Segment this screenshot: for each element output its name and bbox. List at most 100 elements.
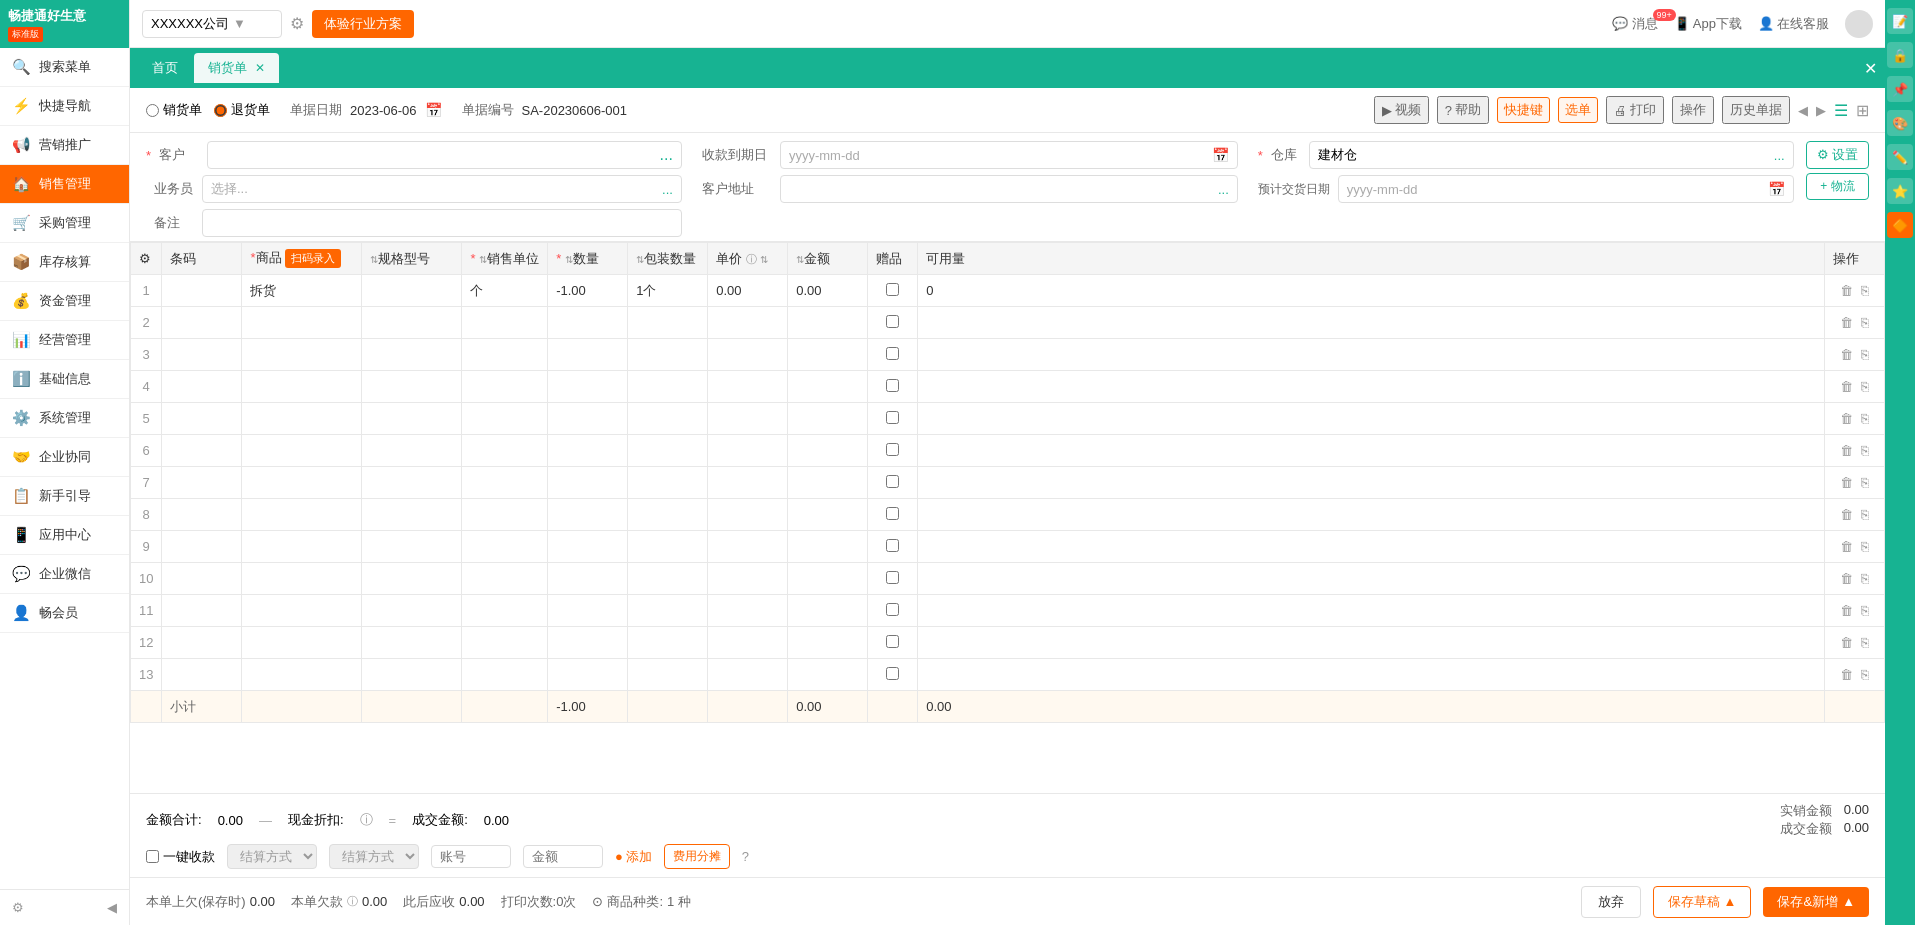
row-unit-price[interactable] (708, 659, 788, 691)
row-product[interactable] (242, 403, 362, 435)
right-panel-item-7[interactable]: 🔶 (1887, 212, 1913, 238)
remarks-input[interactable] (202, 209, 682, 237)
gift-checkbox[interactable] (886, 539, 899, 552)
row-product[interactable] (242, 339, 362, 371)
operate-button[interactable]: 操作 (1672, 96, 1714, 124)
copy-icon[interactable]: ⎘ (1861, 507, 1869, 522)
row-unit-price[interactable] (708, 307, 788, 339)
row-spec[interactable] (362, 275, 462, 307)
row-spec[interactable] (362, 499, 462, 531)
row-amount[interactable]: 0.00 (788, 275, 868, 307)
row-barcode[interactable] (162, 275, 242, 307)
setting-button[interactable]: ⚙ 设置 (1806, 141, 1869, 169)
copy-icon[interactable]: ⎘ (1861, 603, 1869, 618)
message-area[interactable]: 💬 消息 99+ (1612, 15, 1658, 33)
row-unit-price[interactable] (708, 403, 788, 435)
fee-split-button[interactable]: 费用分摊 (664, 844, 730, 869)
row-amount[interactable] (788, 403, 868, 435)
right-panel-item-5[interactable]: ✏️ (1887, 144, 1913, 170)
save-new-button[interactable]: 保存&新增 ▲ (1763, 887, 1869, 917)
discount-info-icon[interactable]: ⓘ (360, 811, 373, 829)
row-barcode[interactable] (162, 531, 242, 563)
row-unit[interactable] (462, 627, 548, 659)
row-gift[interactable] (868, 371, 918, 403)
row-amount[interactable] (788, 307, 868, 339)
row-unit[interactable] (462, 435, 548, 467)
row-amount[interactable] (788, 627, 868, 659)
settings-icon[interactable]: ⚙ (12, 900, 24, 915)
sidebar-item-search[interactable]: 🔍 搜索菜单 (0, 48, 129, 87)
gift-checkbox[interactable] (886, 571, 899, 584)
delete-icon[interactable]: 🗑 (1840, 315, 1853, 330)
payment-due-input[interactable]: yyyy-mm-dd 📅 (780, 141, 1238, 169)
row-product[interactable] (242, 499, 362, 531)
row-spec[interactable] (362, 531, 462, 563)
scan-input-button[interactable]: 扫码录入 (285, 249, 341, 268)
account-input[interactable] (431, 845, 511, 868)
add-button[interactable]: ● 添加 (615, 848, 652, 866)
row-pkg-qty[interactable] (628, 659, 708, 691)
payment-method-select[interactable]: 结算方式 (227, 844, 317, 869)
copy-icon[interactable]: ⎘ (1861, 475, 1869, 490)
row-barcode[interactable] (162, 627, 242, 659)
copy-icon[interactable]: ⎘ (1861, 283, 1869, 298)
tab-close-icon[interactable]: ✕ (255, 61, 265, 75)
nav-next-icon[interactable]: ▶ (1816, 103, 1826, 118)
row-product[interactable] (242, 435, 362, 467)
row-spec[interactable] (362, 339, 462, 371)
row-amount[interactable] (788, 531, 868, 563)
sale-radio-input[interactable] (146, 104, 159, 117)
delete-icon[interactable]: 🗑 (1840, 603, 1853, 618)
gift-checkbox[interactable] (886, 315, 899, 328)
row-spec[interactable] (362, 467, 462, 499)
row-spec[interactable] (362, 595, 462, 627)
settings-gear-icon[interactable]: ⚙ (290, 14, 304, 33)
warehouse-input[interactable]: 建材仓 ... (1309, 141, 1794, 169)
close-tab-icon[interactable]: ✕ (1864, 59, 1877, 78)
row-unit-price[interactable] (708, 595, 788, 627)
unit-price-info-icon[interactable]: ⓘ (746, 253, 757, 265)
sidebar-item-member[interactable]: 👤 畅会员 (0, 594, 129, 633)
user-avatar[interactable] (1845, 10, 1873, 38)
row-barcode[interactable] (162, 339, 242, 371)
row-amount[interactable] (788, 499, 868, 531)
payment-calendar-icon[interactable]: 📅 (1212, 147, 1229, 163)
right-panel-item-4[interactable]: 🎨 (1887, 110, 1913, 136)
row-quantity[interactable] (548, 531, 628, 563)
save-draft-button[interactable]: 保存草稿 ▲ (1653, 886, 1752, 918)
copy-icon[interactable]: ⎘ (1861, 315, 1869, 330)
customer-address-input[interactable]: ... (780, 175, 1238, 203)
row-unit-price[interactable] (708, 435, 788, 467)
row-product[interactable] (242, 371, 362, 403)
right-panel-item-2[interactable]: 🔒 (1887, 42, 1913, 68)
gift-checkbox[interactable] (886, 603, 899, 616)
gift-checkbox[interactable] (886, 635, 899, 648)
row-gift[interactable] (868, 307, 918, 339)
copy-icon[interactable]: ⎘ (1861, 571, 1869, 586)
row-spec[interactable] (362, 563, 462, 595)
copy-icon[interactable]: ⎘ (1861, 379, 1869, 394)
copy-icon[interactable]: ⎘ (1861, 539, 1869, 554)
fee-help-icon[interactable]: ? (742, 849, 749, 864)
row-pkg-qty[interactable] (628, 339, 708, 371)
sidebar-item-finance[interactable]: 💰 资金管理 (0, 282, 129, 321)
row-unit[interactable]: 个 (462, 275, 548, 307)
sidebar-item-appstore[interactable]: 📱 应用中心 (0, 516, 129, 555)
row-product[interactable] (242, 595, 362, 627)
row-barcode[interactable] (162, 467, 242, 499)
row-quantity[interactable] (548, 563, 628, 595)
gift-checkbox[interactable] (886, 411, 899, 424)
sidebar-item-sales[interactable]: 🏠 销售管理 (0, 165, 129, 204)
row-barcode[interactable] (162, 563, 242, 595)
sidebar-item-wechat[interactable]: 💬 企业微信 (0, 555, 129, 594)
row-quantity[interactable] (548, 339, 628, 371)
online-service-area[interactable]: 👤 在线客服 (1758, 15, 1829, 33)
row-unit[interactable] (462, 371, 548, 403)
row-amount[interactable] (788, 563, 868, 595)
amount-input[interactable] (523, 845, 603, 868)
row-unit[interactable] (462, 307, 548, 339)
row-spec[interactable] (362, 435, 462, 467)
row-quantity[interactable] (548, 403, 628, 435)
row-quantity[interactable] (548, 435, 628, 467)
row-amount[interactable] (788, 595, 868, 627)
